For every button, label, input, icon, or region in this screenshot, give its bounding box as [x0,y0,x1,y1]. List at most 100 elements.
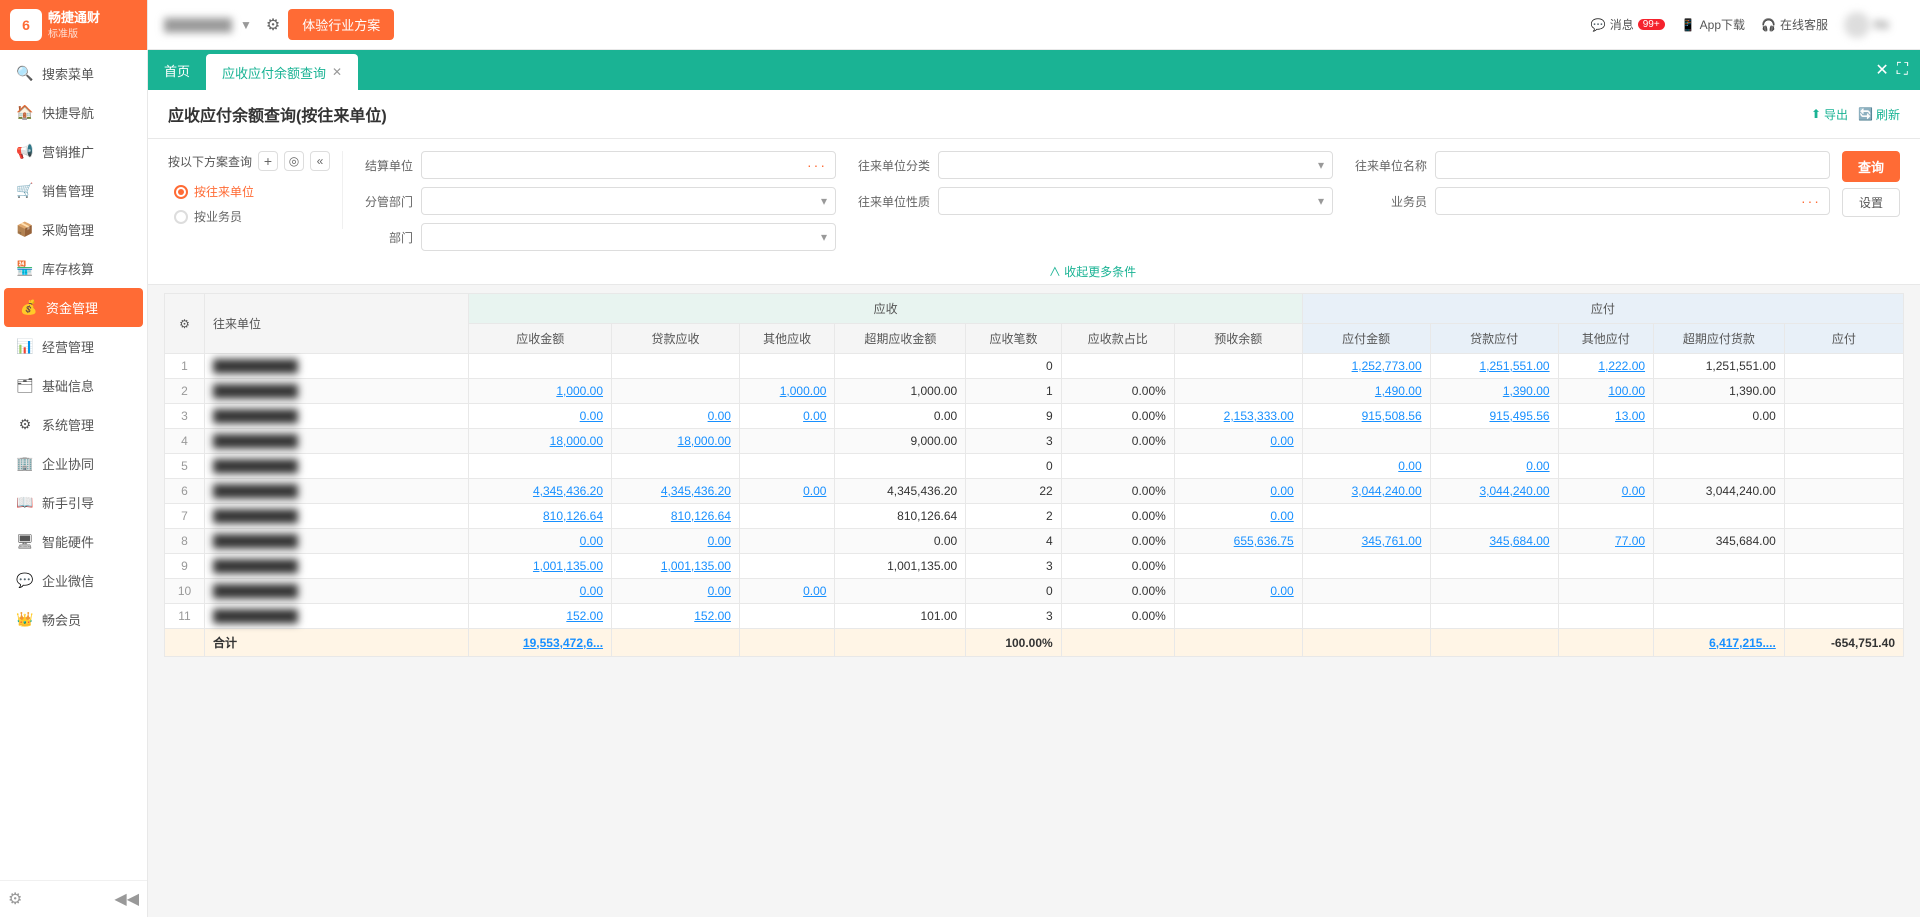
row-partner-name[interactable]: ██████████ [205,504,469,529]
row-ap-loan[interactable]: 1,390.00 [1430,379,1558,404]
row-ar-amount[interactable]: 0.00 [469,404,612,429]
row-ap-other[interactable]: 1,222.00 [1558,354,1654,379]
row-ar-other[interactable] [739,529,835,554]
sidebar-item-hardware[interactable]: 🖥 智能硬件 [0,522,147,561]
unit-category-input[interactable]: ▾ [938,151,1333,179]
row-ap-amount[interactable]: 3,044,240.00 [1302,479,1430,504]
row-ap-other[interactable] [1558,454,1654,479]
footer-ar-total[interactable]: 19,553,472,6... [469,629,612,657]
sidebar-item-operation[interactable]: 📊 经营管理 [0,327,147,366]
row-ap-amount[interactable] [1302,504,1430,529]
row-ap-amount[interactable] [1302,579,1430,604]
row-partner-name[interactable]: ██████████ [205,354,469,379]
row-ap-other[interactable]: 0.00 [1558,479,1654,504]
row-ap-loan[interactable] [1430,554,1558,579]
row-partner-name[interactable]: ██████████ [205,404,469,429]
row-ar-other[interactable] [739,604,835,629]
row-ap-other[interactable] [1558,554,1654,579]
row-ap-loan[interactable] [1430,579,1558,604]
row-ar-prepay[interactable] [1174,604,1302,629]
dropdown-arrow-icon[interactable]: ▼ [240,18,252,32]
tab-home[interactable]: 首页 [148,50,206,90]
row-ap-amount[interactable]: 915,508.56 [1302,404,1430,429]
row-ar-prepay[interactable]: 2,153,333.00 [1174,404,1302,429]
footer-ap-prepay[interactable]: 6,417,215.... [1654,629,1785,657]
row-ar-prepay[interactable]: 0.00 [1174,504,1302,529]
row-partner-name[interactable]: ██████████ [205,479,469,504]
row-ar-other[interactable]: 0.00 [739,479,835,504]
row-partner-name[interactable]: ██████████ [205,579,469,604]
row-ap-loan[interactable]: 345,684.00 [1430,529,1558,554]
sidebar-item-marketing[interactable]: 📢 营销推广 [0,132,147,171]
row-ar-amount[interactable]: 4,345,436.20 [469,479,612,504]
tab-close-icon[interactable]: ✕ [332,65,342,79]
row-ap-amount[interactable]: 1,252,773.00 [1302,354,1430,379]
row-ar-other[interactable] [739,504,835,529]
row-ar-loan[interactable] [612,454,740,479]
messages-button[interactable]: 💬 消息 99+ [1591,16,1665,33]
row-partner-name[interactable]: ██████████ [205,454,469,479]
row-ar-loan[interactable]: 0.00 [612,579,740,604]
unit-name-input[interactable] [1435,151,1830,179]
row-ap-loan[interactable]: 1,251,551.00 [1430,354,1558,379]
online-service-button[interactable]: 🎧 在线客服 [1761,16,1828,33]
row-ar-amount[interactable] [469,454,612,479]
row-ap-loan[interactable] [1430,504,1558,529]
collapse-sidebar-icon[interactable]: ◀◀ [114,889,139,909]
row-partner-name[interactable]: ██████████ [205,554,469,579]
row-ar-loan[interactable]: 152.00 [612,604,740,629]
row-ap-loan[interactable]: 3,044,240.00 [1430,479,1558,504]
set-button[interactable]: 设置 [1842,188,1900,217]
row-ap-loan[interactable]: 0.00 [1430,454,1558,479]
search-mode-salesman[interactable]: 按业务员 [168,204,330,229]
industry-solution-button[interactable]: 体验行业方案 [288,9,394,40]
row-ap-other[interactable] [1558,604,1654,629]
sidebar-item-guide[interactable]: 📖 新手引导 [0,483,147,522]
table-settings-icon[interactable]: ⚙ [179,317,190,331]
settings-icon[interactable]: ⚙ [266,15,280,35]
sidebar-item-search-menu[interactable]: 🔍 搜索菜单 [0,54,147,93]
fenguan-dept-input[interactable]: ▾ [421,187,836,215]
row-ap-loan[interactable] [1430,604,1558,629]
row-ar-other[interactable]: 1,000.00 [739,379,835,404]
row-ap-other[interactable] [1558,429,1654,454]
row-ar-prepay[interactable]: 0.00 [1174,429,1302,454]
row-ap-other[interactable] [1558,504,1654,529]
row-partner-name[interactable]: ██████████ [205,604,469,629]
export-button[interactable]: ⬆ 导出 [1811,106,1848,123]
row-ar-amount[interactable]: 1,000.00 [469,379,612,404]
sidebar-item-wechat[interactable]: 💬 企业微信 [0,561,147,600]
row-ar-other[interactable]: 0.00 [739,404,835,429]
row-ar-loan[interactable]: 0.00 [612,404,740,429]
row-ar-prepay[interactable]: 0.00 [1174,579,1302,604]
unit-nature-input[interactable]: ▾ [938,187,1333,215]
row-ar-prepay[interactable] [1174,454,1302,479]
row-ar-amount[interactable]: 0.00 [469,529,612,554]
edit-scheme-button[interactable]: ◎ [284,151,304,171]
row-ap-amount[interactable]: 345,761.00 [1302,529,1430,554]
row-ar-amount[interactable]: 1,001,135.00 [469,554,612,579]
row-ap-loan[interactable] [1430,429,1558,454]
table-wrapper[interactable]: ⚙ 往来单位 应收 应付 应收金额 贷款应收 其他应收 超期应收金额 [164,293,1904,657]
row-ar-prepay[interactable] [1174,379,1302,404]
row-ap-other[interactable]: 100.00 [1558,379,1654,404]
sidebar-item-finance[interactable]: 💰 资金管理 [4,288,143,327]
row-ar-other[interactable] [739,354,835,379]
row-ar-other[interactable] [739,554,835,579]
row-ar-amount[interactable]: 152.00 [469,604,612,629]
row-ap-other[interactable]: 77.00 [1558,529,1654,554]
app-download-button[interactable]: 📱 App下载 [1681,16,1745,33]
sidebar-item-sales[interactable]: 🛒 销售管理 [0,171,147,210]
row-ar-other[interactable] [739,454,835,479]
row-ar-loan[interactable]: 810,126.64 [612,504,740,529]
row-ar-amount[interactable]: 0.00 [469,579,612,604]
sidebar-item-purchase[interactable]: 📦 采购管理 [0,210,147,249]
dept-input[interactable]: ▾ [421,223,836,251]
row-ap-amount[interactable] [1302,429,1430,454]
collapse-more-button[interactable]: ∧ 收起更多条件 [355,259,1830,284]
collapse-scheme-button[interactable]: « [310,151,330,171]
row-ar-other[interactable] [739,429,835,454]
settings-footer-icon[interactable]: ⚙ [8,889,22,909]
row-ap-amount[interactable]: 1,490.00 [1302,379,1430,404]
row-ar-amount[interactable]: 810,126.64 [469,504,612,529]
